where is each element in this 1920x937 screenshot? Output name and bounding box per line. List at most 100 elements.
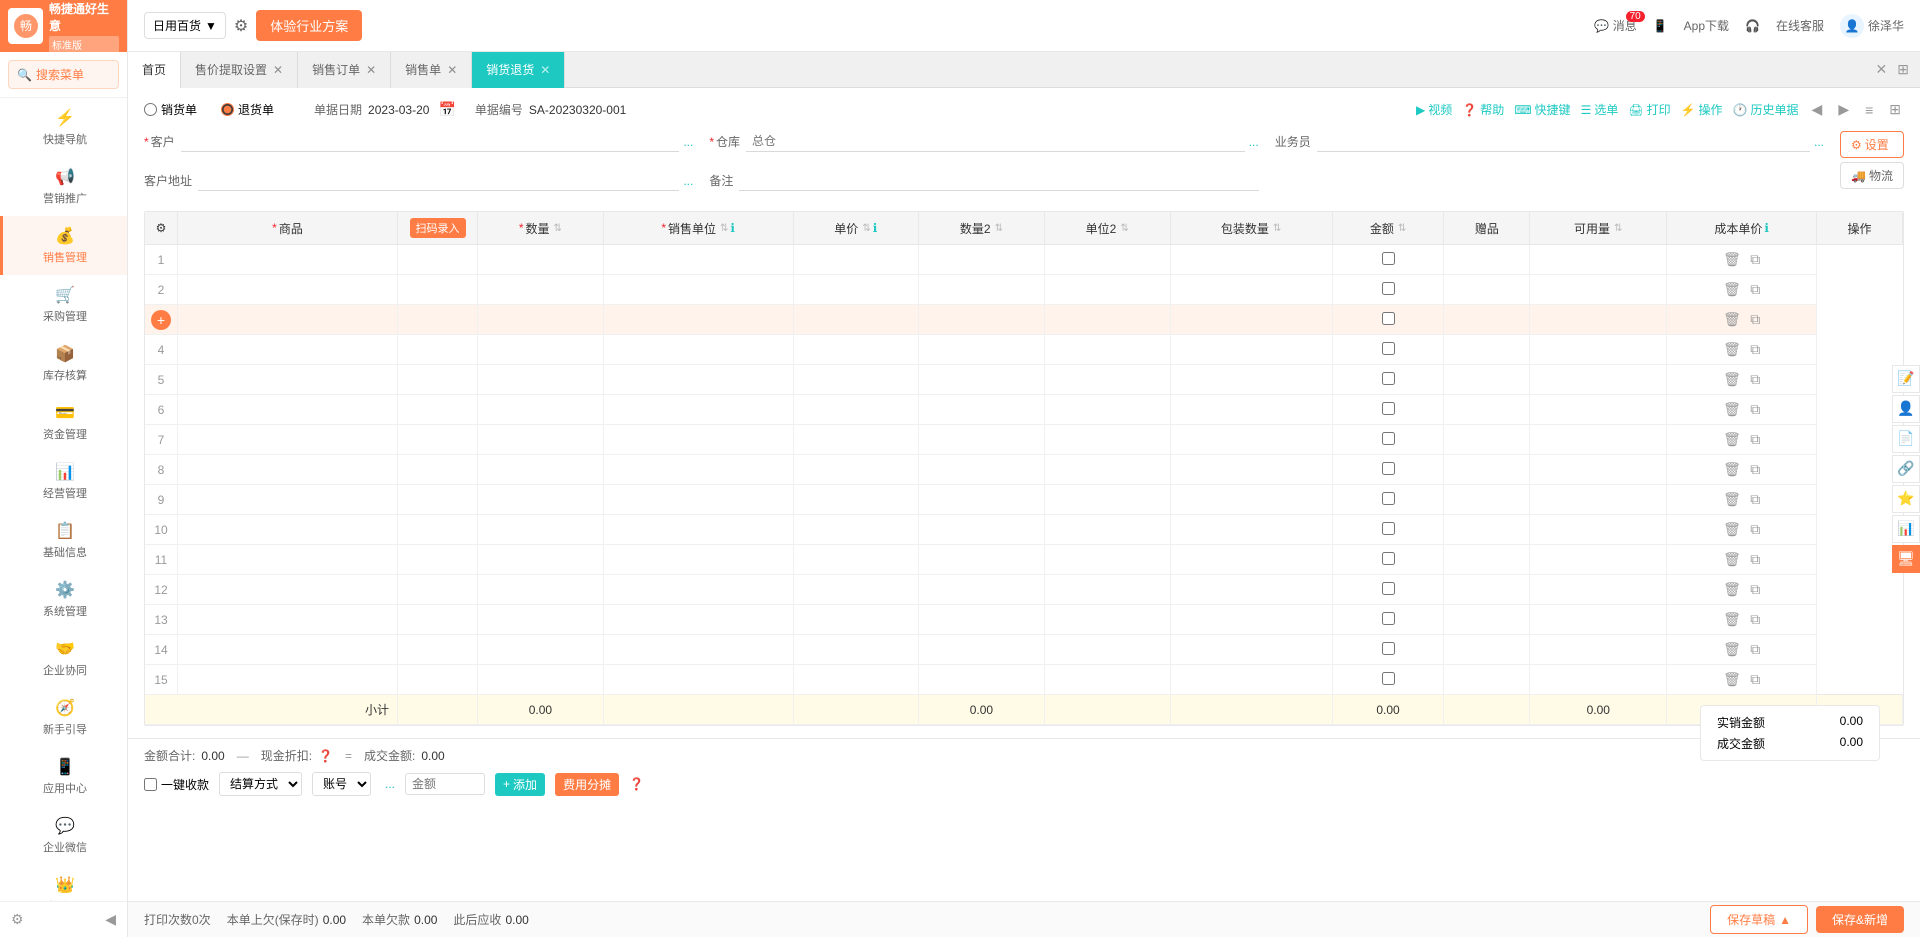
qty2-cell[interactable] (793, 305, 919, 335)
scan-input-button[interactable]: 扫码录入 (410, 218, 466, 238)
qty-cell[interactable] (398, 515, 478, 545)
available-cell[interactable] (1444, 605, 1530, 635)
remark-input[interactable] (739, 170, 1258, 191)
goods-cell[interactable] (178, 665, 398, 695)
goods-cell[interactable] (178, 455, 398, 485)
qty-cell[interactable] (398, 305, 478, 335)
pack-qty-cell[interactable] (1044, 275, 1170, 305)
amount-cell[interactable] (1170, 515, 1332, 545)
gift-checkbox[interactable] (1382, 672, 1395, 685)
return-radio-input[interactable] (221, 103, 234, 116)
unit-cell[interactable] (478, 665, 604, 695)
qty2-cell[interactable] (793, 575, 919, 605)
copy-row-button[interactable]: ⧉ (1747, 250, 1763, 269)
calc-method-select[interactable]: 结算方式 (219, 772, 302, 796)
copy-row-button[interactable]: ⧉ (1747, 460, 1763, 479)
goods-cell[interactable] (178, 485, 398, 515)
tab-home[interactable]: 首页 (128, 52, 181, 88)
delete-row-button[interactable]: 🗑 (1720, 550, 1744, 569)
amount-cell[interactable] (1170, 665, 1332, 695)
pack-qty-cell[interactable] (1044, 335, 1170, 365)
delete-row-button[interactable]: 🗑 (1720, 370, 1744, 389)
copy-row-button[interactable]: ⧉ (1747, 280, 1763, 299)
onepay-check[interactable] (144, 778, 157, 791)
qty2-cell[interactable] (793, 635, 919, 665)
cost-price-cell[interactable] (1530, 665, 1667, 695)
account-dots[interactable]: ... (385, 777, 395, 791)
customer-addr-select-button[interactable]: ... (683, 174, 693, 188)
sidebar-settings-button[interactable]: ⚙ (8, 910, 27, 929)
copy-row-button[interactable]: ⧉ (1747, 670, 1763, 689)
toolbar-operate[interactable]: ⚡ 操作 (1681, 101, 1723, 118)
gift-cell[interactable] (1332, 635, 1444, 665)
pack-qty-cell[interactable] (1044, 515, 1170, 545)
delete-row-button[interactable]: 🗑 (1720, 580, 1744, 599)
customer-select-button[interactable]: ... (683, 135, 693, 149)
price-cell[interactable] (603, 635, 793, 665)
delete-row-button[interactable]: 🗑 (1720, 250, 1744, 269)
goods-cell[interactable] (178, 575, 398, 605)
pack-qty-cell[interactable] (1044, 395, 1170, 425)
toolbar-print[interactable]: 🖨 打印 (1628, 101, 1670, 118)
sidebar-collapse-button[interactable]: ◀ (102, 910, 119, 929)
qty2-cell[interactable] (793, 605, 919, 635)
pack-qty-cell[interactable] (1044, 575, 1170, 605)
qty2-cell[interactable] (793, 665, 919, 695)
pack-qty-cell[interactable] (1044, 485, 1170, 515)
amount-cell[interactable] (1170, 305, 1332, 335)
available-cell[interactable] (1444, 335, 1530, 365)
delete-row-button[interactable]: 🗑 (1720, 490, 1744, 509)
sidebar-item-marketing[interactable]: 📢 营销推广 (0, 157, 127, 216)
delete-row-button[interactable]: 🗑 (1720, 610, 1744, 629)
copy-row-button[interactable]: ⧉ (1747, 580, 1763, 599)
goods-cell[interactable] (178, 425, 398, 455)
float-item-4[interactable]: 🔗 (1892, 455, 1920, 483)
settings-button[interactable]: ⚙ 设置 (1840, 131, 1904, 158)
tab-price-extract[interactable]: 售价提取设置 ✕ (181, 52, 298, 88)
cost-price-cell[interactable] (1530, 635, 1667, 665)
unit2-cell[interactable] (919, 605, 1045, 635)
cost-price-cell[interactable] (1530, 305, 1667, 335)
gift-checkbox[interactable] (1382, 492, 1395, 505)
tab-maximize-button[interactable]: ⊞ (1894, 60, 1912, 79)
float-item-2[interactable]: 👤 (1892, 395, 1920, 423)
copy-row-button[interactable]: ⧉ (1747, 520, 1763, 539)
salesperson-select-button[interactable]: ... (1814, 135, 1824, 149)
goods-cell[interactable] (178, 395, 398, 425)
unit2-cell[interactable] (919, 545, 1045, 575)
header-gear-icon[interactable]: ⚙ (234, 16, 248, 36)
delete-row-button[interactable]: 🗑 (1720, 460, 1744, 479)
qty2-cell[interactable] (793, 245, 919, 275)
price-cell[interactable] (603, 605, 793, 635)
sidebar-item-member[interactable]: 👑 畅会员 (0, 865, 127, 901)
gift-checkbox[interactable] (1382, 402, 1395, 415)
float-item-1[interactable]: 📝 (1892, 365, 1920, 393)
cost-price-cell[interactable] (1530, 365, 1667, 395)
toolbar-help[interactable]: ❓ 帮助 (1462, 101, 1504, 118)
unit2-cell[interactable] (919, 665, 1045, 695)
industry-select[interactable]: 日用百货 ▼ (144, 12, 226, 39)
amount-cell[interactable] (1170, 365, 1332, 395)
qty2-sort-icon[interactable]: ⇅ (995, 223, 1003, 234)
price-sort-icon[interactable]: ⇅ (862, 223, 870, 234)
gift-cell[interactable] (1332, 425, 1444, 455)
unit2-cell[interactable] (919, 245, 1045, 275)
prev-doc-button[interactable]: ◀ (1809, 100, 1826, 119)
delete-row-button[interactable]: 🗑 (1720, 520, 1744, 539)
delete-row-button[interactable]: 🗑 (1720, 310, 1744, 329)
unit-cell[interactable] (478, 575, 604, 605)
cost-price-cell[interactable] (1530, 515, 1667, 545)
gift-cell[interactable] (1332, 305, 1444, 335)
goods-cell[interactable] (178, 305, 398, 335)
qty-cell[interactable] (398, 335, 478, 365)
unit2-cell[interactable] (919, 365, 1045, 395)
unit2-cell[interactable] (919, 395, 1045, 425)
unit2-cell[interactable] (919, 275, 1045, 305)
qty-cell[interactable] (398, 275, 478, 305)
sidebar-item-operation[interactable]: 📊 经营管理 (0, 452, 127, 511)
copy-row-button[interactable]: ⧉ (1747, 550, 1763, 569)
sidebar-item-purchase[interactable]: 🛒 采购管理 (0, 275, 127, 334)
copy-row-button[interactable]: ⧉ (1747, 340, 1763, 359)
delete-row-button[interactable]: 🗑 (1720, 400, 1744, 419)
price-cell[interactable] (603, 245, 793, 275)
